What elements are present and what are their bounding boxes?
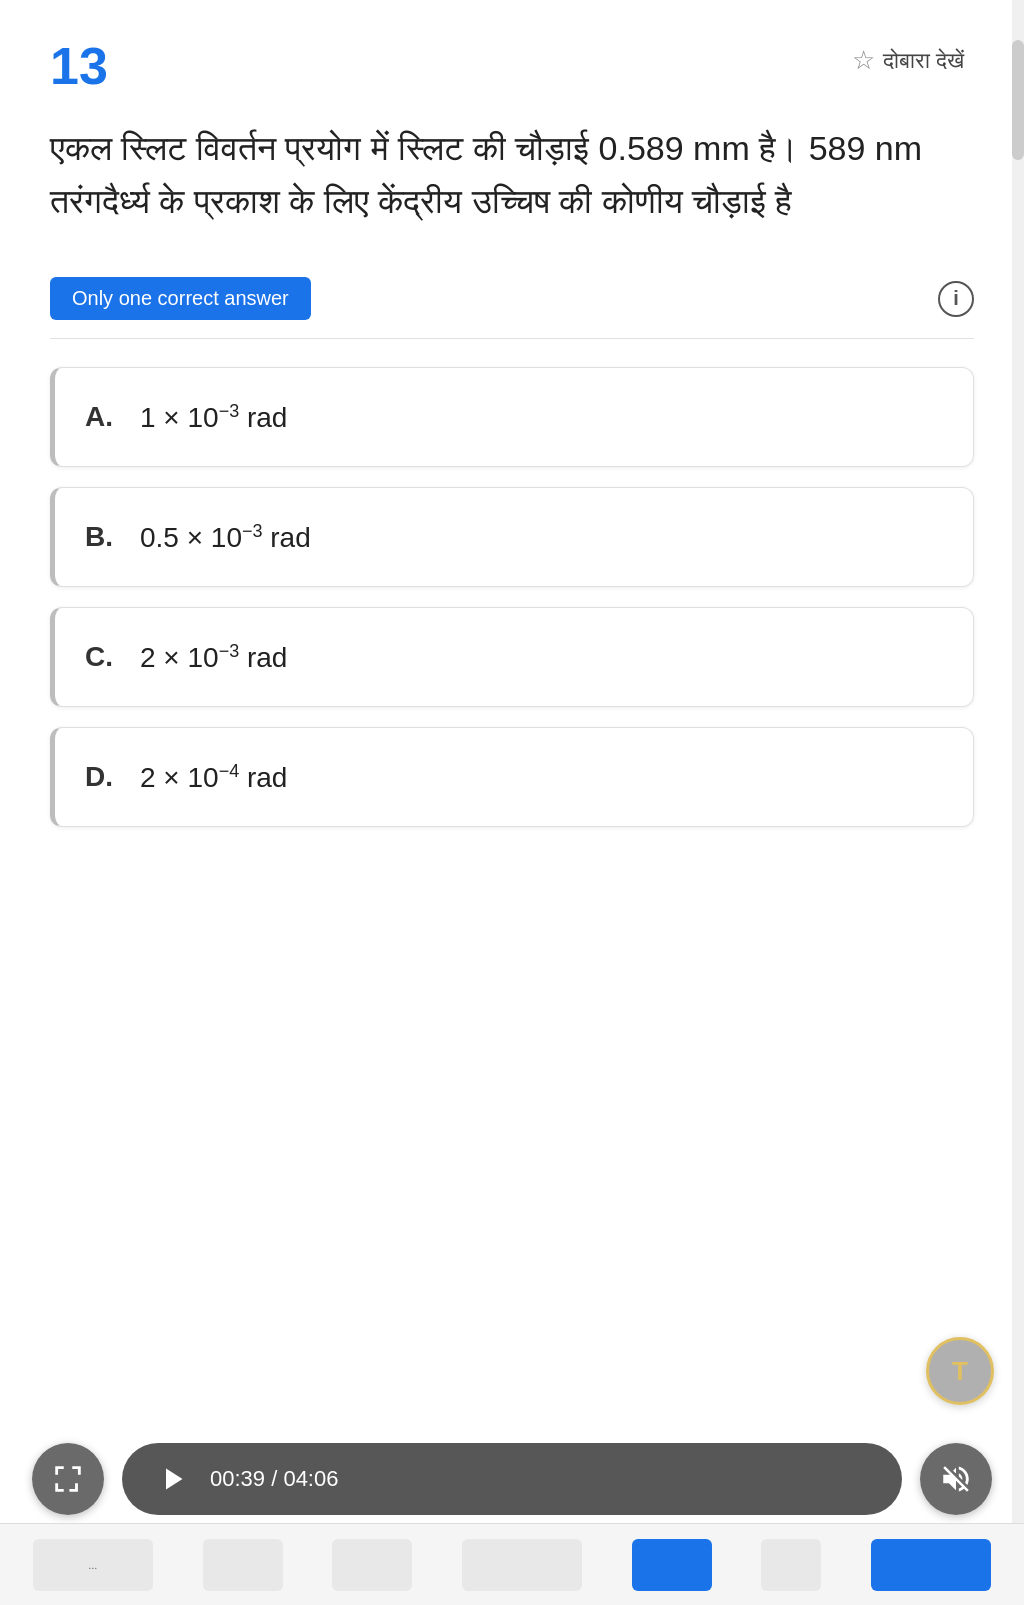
taskbar-item-7[interactable] (871, 1539, 991, 1591)
option-a[interactable]: A. 1 × 10−3 rad (50, 367, 974, 467)
options-list: A. 1 × 10−3 rad B. 0.5 × 10−3 rad C. 2 ×… (50, 367, 974, 827)
play-icon (154, 1461, 190, 1497)
info-icon[interactable]: i (938, 281, 974, 317)
fullscreen-icon (51, 1462, 85, 1496)
bottom-bar: 00:39 / 04:06 (32, 1443, 992, 1515)
mute-button[interactable] (920, 1443, 992, 1515)
option-b-text: 0.5 × 10−3 rad (140, 521, 311, 554)
option-b-label: B. (85, 521, 140, 553)
header-row: 13 ☆ दोबारा देखें (50, 40, 974, 92)
media-time: 00:39 / 04:06 (210, 1466, 338, 1492)
option-b[interactable]: B. 0.5 × 10−3 rad (50, 487, 974, 587)
answer-type-row: Only one correct answer i (50, 277, 974, 320)
option-d-text: 2 × 10−4 rad (140, 761, 287, 794)
option-c-label: C. (85, 641, 140, 673)
option-d-label: D. (85, 761, 140, 793)
scrollbar-thumb[interactable] (1012, 40, 1024, 160)
taskbar-item-4[interactable] (462, 1539, 582, 1591)
option-c-text: 2 × 10−3 rad (140, 641, 287, 674)
mute-icon (939, 1462, 973, 1496)
fullscreen-button[interactable] (32, 1443, 104, 1515)
bookmark-button[interactable]: ☆ दोबारा देखें (842, 40, 974, 81)
question-text: एकल स्लिट विवर्तन प्रयोग में स्लिट की चौ… (50, 122, 974, 227)
option-d[interactable]: D. 2 × 10−4 rad (50, 727, 974, 827)
option-a-label: A. (85, 401, 140, 433)
taskbar-item-3[interactable] (332, 1539, 412, 1591)
main-container: 13 ☆ दोबारा देखें एकल स्लिट विवर्तन प्रय… (0, 0, 1024, 1500)
scrollbar-track[interactable] (1012, 0, 1024, 1605)
taskbar-item-5[interactable] (632, 1539, 712, 1591)
star-icon: ☆ (852, 45, 875, 76)
taskbar-item-1[interactable]: ... (33, 1539, 153, 1591)
play-bar: 00:39 / 04:06 (122, 1443, 902, 1515)
taskbar-item-2[interactable] (203, 1539, 283, 1591)
taskbar: ... (0, 1523, 1024, 1605)
t-button[interactable]: T (926, 1337, 994, 1405)
option-c[interactable]: C. 2 × 10−3 rad (50, 607, 974, 707)
option-a-text: 1 × 10−3 rad (140, 401, 287, 434)
bookmark-label: दोबारा देखें (883, 48, 964, 74)
question-number: 13 (50, 40, 108, 92)
divider (50, 338, 974, 339)
taskbar-item-6[interactable] (761, 1539, 821, 1591)
answer-type-badge: Only one correct answer (50, 277, 311, 320)
play-button[interactable] (150, 1457, 194, 1501)
